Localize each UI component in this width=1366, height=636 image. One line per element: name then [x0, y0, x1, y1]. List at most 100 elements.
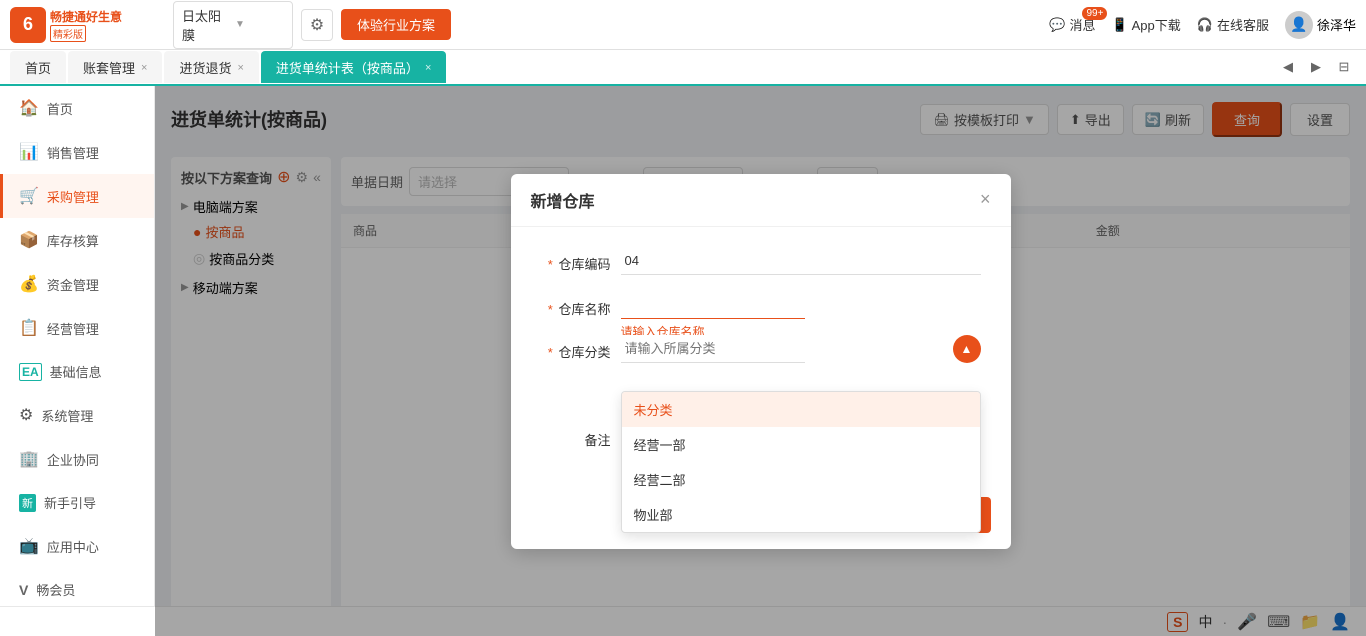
- message-badge: 99+: [1082, 7, 1107, 20]
- tab-home-label: 首页: [25, 58, 51, 77]
- warehouse-name-row: * 仓库名称 请输入仓库名称: [541, 291, 981, 319]
- sidebar-item-inventory-label: 库存核算: [47, 231, 99, 250]
- headset-icon: 🎧: [1197, 17, 1213, 33]
- dropdown-item-dept3[interactable]: 物业部: [622, 497, 980, 532]
- sidebar-item-member-label: 畅会员: [36, 580, 75, 599]
- tab-menu-button[interactable]: ⊟: [1332, 55, 1356, 79]
- tab-purchase-return[interactable]: 进货退货 ×: [164, 51, 258, 83]
- header-right: 💬 消息 99+ 📱 App下载 🎧 在线客服 👤 徐泽华: [1049, 11, 1356, 39]
- message-icon: 💬: [1049, 17, 1065, 33]
- logo-area: 6 畅捷通好生意 精彩版: [10, 7, 165, 43]
- sidebar-item-system-label: 系统管理: [41, 406, 93, 425]
- dropdown-item-dept1[interactable]: 经营一部: [622, 427, 980, 462]
- category-toggle-icon[interactable]: ▲: [953, 335, 981, 363]
- sidebar-item-finance[interactable]: 💰 资金管理: [0, 262, 154, 306]
- sidebar-item-purchase-label: 采购管理: [47, 187, 99, 206]
- app-download-button[interactable]: 📱 App下载: [1111, 15, 1180, 34]
- user-avatar: 👤: [1285, 11, 1313, 39]
- warehouse-category-label: * 仓库分类: [541, 335, 621, 361]
- user-name: 徐泽华: [1317, 15, 1356, 34]
- sidebar-item-home[interactable]: 🏠 首页: [0, 86, 154, 130]
- tab-purchase-return-label: 进货退货: [179, 58, 231, 77]
- top-header: 6 畅捷通好生意 精彩版 日太阳膜 ▼ ⚙ 体验行业方案 💬 消息 99+ 📱 …: [0, 0, 1366, 50]
- tab-bar: 首页 账套管理 × 进货退货 × 进货单统计表（按商品） × ◀ ▶ ⊟: [0, 50, 1366, 86]
- sidebar-item-enterprise-label: 企业协同: [47, 450, 99, 469]
- modal-overlay: 新增仓库 × * 仓库编码: [155, 86, 1366, 636]
- modal-title: 新增仓库: [531, 188, 595, 212]
- modal-body: * 仓库编码 * 仓库名称: [511, 227, 1011, 487]
- logo-text: 畅捷通好生意 精彩版: [50, 8, 122, 42]
- enterprise-icon: 🏢: [19, 449, 39, 469]
- tab-purchase-stat-label: 进货单统计表（按商品）: [276, 58, 419, 77]
- dropdown-item-dept2[interactable]: 经营二部: [622, 462, 980, 497]
- operation-icon: 📋: [19, 318, 39, 338]
- warehouse-name-label: * 仓库名称: [541, 292, 621, 318]
- member-icon: V: [19, 582, 28, 598]
- basic-icon: EA: [19, 363, 42, 381]
- sidebar-item-purchase[interactable]: 🛒 采购管理: [0, 174, 154, 218]
- appcenter-icon: 📺: [19, 536, 39, 556]
- sidebar-item-enterprise[interactable]: 🏢 企业协同: [0, 437, 154, 481]
- sidebar-item-home-label: 首页: [47, 99, 73, 118]
- sidebar-item-newbie[interactable]: 新 新手引导: [0, 481, 154, 524]
- sidebar-item-basic[interactable]: EA 基础信息: [0, 350, 154, 393]
- gear-icon: ⚙: [310, 15, 324, 35]
- finance-icon: 💰: [19, 274, 39, 294]
- store-selector[interactable]: 日太阳膜 ▼: [173, 1, 293, 49]
- sidebar-item-newbie-label: 新手引导: [44, 493, 96, 512]
- tab-next-button[interactable]: ▶: [1304, 55, 1328, 79]
- sales-icon: 📊: [19, 142, 39, 162]
- sidebar-item-inventory[interactable]: 📦 库存核算: [0, 218, 154, 262]
- settings-gear-button[interactable]: ⚙: [301, 9, 333, 41]
- warehouse-name-input[interactable]: [621, 291, 805, 319]
- sidebar-item-sales-label: 销售管理: [47, 143, 99, 162]
- tab-purchase-return-close[interactable]: ×: [237, 62, 243, 74]
- sidebar-item-member[interactable]: V 畅会员: [0, 568, 154, 611]
- warehouse-category-row: * 仓库分类 ▲ 未分类 经营一部 经营二部 物业部: [541, 335, 981, 363]
- tab-purchase-stat[interactable]: 进货单统计表（按商品） ×: [261, 51, 446, 83]
- warehouse-category-input[interactable]: [621, 335, 805, 363]
- sidebar-item-system[interactable]: ⚙ 系统管理: [0, 393, 154, 437]
- warehouse-code-input[interactable]: [621, 247, 981, 275]
- modal-close-button[interactable]: ×: [980, 189, 991, 210]
- app-download-label: App下载: [1132, 15, 1181, 34]
- tab-prev-button[interactable]: ◀: [1276, 55, 1300, 79]
- category-input-wrapper: ▲: [621, 335, 981, 363]
- inventory-icon: 📦: [19, 230, 39, 250]
- new-warehouse-modal: 新增仓库 × * 仓库编码: [511, 174, 1011, 549]
- sidebar-item-appcenter-label: 应用中心: [47, 537, 99, 556]
- app-logo-icon: 6: [10, 7, 46, 43]
- sidebar-item-appcenter[interactable]: 📺 应用中心: [0, 524, 154, 568]
- message-button[interactable]: 💬 消息 99+: [1049, 15, 1095, 34]
- newbie-icon: 新: [19, 494, 36, 512]
- content-area: 进货单统计(按商品) 🖨 按模板打印 ▼ ⬆ 导出 🔄 刷新 查询 设置: [155, 86, 1366, 636]
- sidebar-item-basic-label: 基础信息: [50, 362, 102, 381]
- home-icon: 🏠: [19, 98, 39, 118]
- modal-header: 新增仓库 ×: [511, 174, 1011, 227]
- user-info[interactable]: 👤 徐泽华: [1285, 11, 1356, 39]
- sidebar-item-finance-label: 资金管理: [47, 275, 99, 294]
- purchase-icon: 🛒: [19, 186, 39, 206]
- store-name: 日太阳膜: [182, 6, 231, 44]
- tab-home[interactable]: 首页: [10, 51, 66, 83]
- tab-account-close[interactable]: ×: [141, 62, 147, 74]
- note-label: 备注: [541, 423, 621, 449]
- warehouse-code-row: * 仓库编码: [541, 247, 981, 275]
- sidebar-item-operation[interactable]: 📋 经营管理: [0, 306, 154, 350]
- tab-controls: ◀ ▶ ⊟: [1276, 55, 1356, 79]
- sidebar: 🏠 首页 📊 销售管理 🛒 采购管理 📦 库存核算 💰 资金管理 📋 经营管理 …: [0, 86, 155, 636]
- system-icon: ⚙: [19, 405, 33, 425]
- tab-account[interactable]: 账套管理 ×: [68, 51, 162, 83]
- tab-purchase-stat-close[interactable]: ×: [425, 62, 431, 74]
- sidebar-item-operation-label: 经营管理: [47, 319, 99, 338]
- phone-icon: 📱: [1111, 17, 1127, 33]
- sidebar-item-sales[interactable]: 📊 销售管理: [0, 130, 154, 174]
- warehouse-code-label: * 仓库编码: [541, 247, 621, 273]
- chevron-down-icon: ▼: [235, 19, 284, 30]
- category-dropdown: 未分类 经营一部 经营二部 物业部: [621, 391, 981, 533]
- dropdown-item-none[interactable]: 未分类: [622, 392, 980, 427]
- tab-account-label: 账套管理: [83, 58, 135, 77]
- trial-button[interactable]: 体验行业方案: [341, 9, 451, 40]
- online-service-label: 在线客服: [1217, 15, 1269, 34]
- online-service-button[interactable]: 🎧 在线客服: [1197, 15, 1269, 34]
